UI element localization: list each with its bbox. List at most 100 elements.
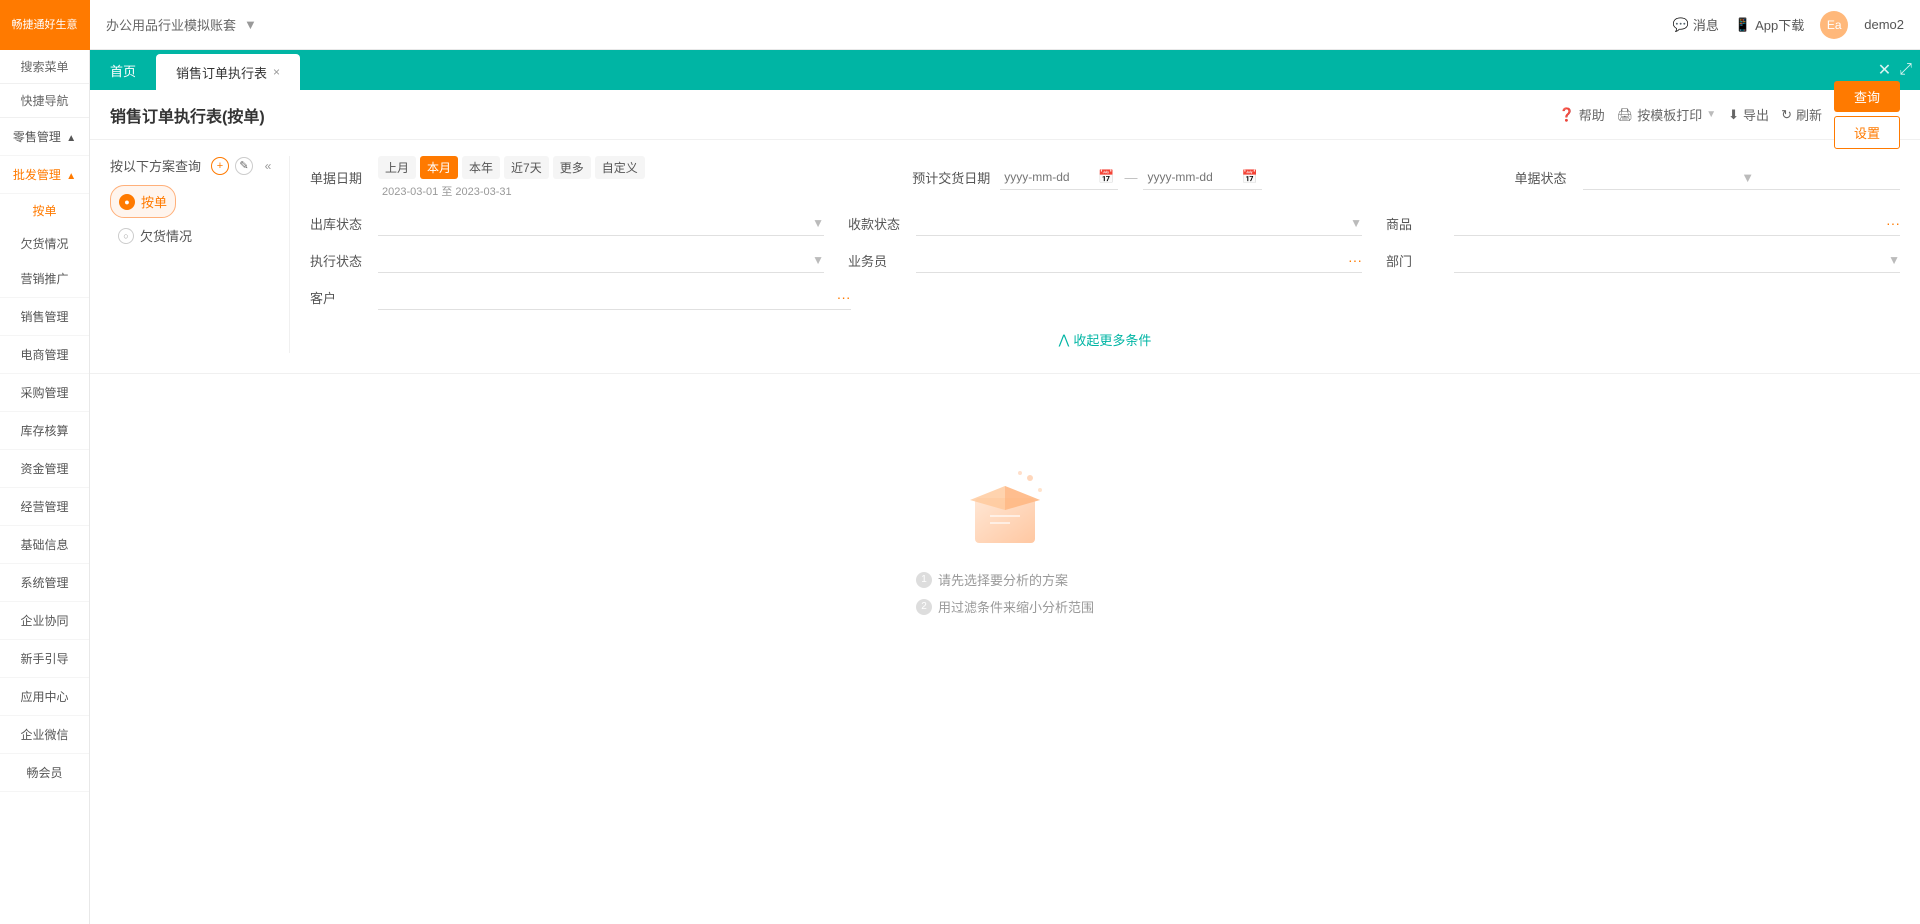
page-content: 销售订单执行表(按单) ❓ 帮助 🖨 按模板打印 ▼ ⬇ 导出 ↻ 刷新: [90, 90, 1920, 924]
breadcrumb: 办公用品行业模拟账套: [106, 15, 236, 34]
message-icon: 💬: [1673, 17, 1689, 33]
product-more-icon[interactable]: ···: [1886, 215, 1900, 231]
breadcrumb-arrow-icon[interactable]: ▼: [244, 17, 257, 32]
collapse-icon: «: [265, 159, 272, 173]
calendar-start-icon[interactable]: 📅: [1098, 169, 1114, 185]
query-button[interactable]: 查询: [1834, 81, 1900, 112]
sidebar-item-basic[interactable]: 基础信息: [0, 526, 89, 564]
date-last7-button[interactable]: 近7天: [504, 156, 549, 179]
sidebar-item-label: 库存核算: [20, 424, 68, 438]
message-label: 消息: [1693, 15, 1719, 34]
export-icon: ⬇: [1728, 107, 1739, 123]
sidebar-item-enterprise[interactable]: 企业协同: [0, 602, 89, 640]
sidebar-item-purchase[interactable]: 采购管理: [0, 374, 89, 412]
empty-text-list: 1 请先选择要分析的方案 2 用过滤条件来缩小分析范围: [916, 570, 1094, 616]
calendar-end-icon[interactable]: 📅: [1241, 169, 1257, 185]
sidebar-item-finance[interactable]: 资金管理: [0, 450, 89, 488]
help-button[interactable]: ❓ 帮助: [1559, 105, 1605, 124]
department-select[interactable]: ▼: [1454, 249, 1900, 273]
filter-row-4: 客户 ···: [310, 285, 1900, 310]
date-this-year-button[interactable]: 本年: [462, 156, 500, 179]
print-icon: 🖨: [1617, 107, 1634, 123]
debt-icon: ○: [118, 228, 134, 244]
expected-date-label: 预计交货日期: [912, 168, 992, 187]
out-status-dropdown-icon: ▼: [812, 216, 824, 230]
sidebar-subitem-debt[interactable]: 欠货情况: [0, 227, 89, 260]
divider: [90, 373, 1920, 374]
date-custom-button[interactable]: 自定义: [595, 156, 645, 179]
hint-number-2: 2: [916, 599, 932, 615]
filter-field-department: 部门 ▼: [1386, 249, 1900, 273]
filter-right-panel: 单据日期 上月 本月 本年 近7天 更多 自定义 2023-03-01 至 20…: [290, 156, 1900, 353]
tab-active-label: 销售订单执行表: [176, 63, 267, 82]
salesperson-input[interactable]: [916, 253, 1344, 268]
customer-label: 客户: [310, 288, 370, 307]
product-label: 商品: [1386, 214, 1446, 233]
collapse-more-button[interactable]: ⋀ 收起更多条件: [310, 322, 1900, 353]
customer-input-wrap[interactable]: ···: [378, 285, 851, 310]
bill-status-select[interactable]: ▼: [1583, 166, 1901, 190]
product-input[interactable]: [1454, 216, 1882, 231]
collapse-panel-button[interactable]: «: [259, 157, 277, 175]
sidebar-item-label: 资金管理: [20, 462, 68, 476]
exec-status-input[interactable]: [378, 253, 812, 268]
salesperson-input-wrap[interactable]: ···: [916, 248, 1362, 273]
department-dropdown-icon: ▼: [1888, 253, 1900, 267]
tab-home[interactable]: 首页: [90, 50, 156, 90]
out-status-select[interactable]: ▼: [378, 212, 824, 236]
date-this-month-button[interactable]: 本月: [420, 156, 458, 179]
receive-status-label: 收款状态: [848, 214, 908, 233]
sidebar-item-appstore[interactable]: 应用中心: [0, 678, 89, 716]
sidebar-item-label: 电商管理: [20, 348, 68, 362]
sidebar-item-system[interactable]: 系统管理: [0, 564, 89, 602]
tab-close-icon[interactable]: ×: [273, 65, 280, 79]
setting-button[interactable]: 设置: [1834, 116, 1900, 149]
scheme-plan-item[interactable]: ● 按单: [110, 185, 176, 218]
receive-status-input[interactable]: [916, 216, 1350, 231]
salesperson-more-icon[interactable]: ···: [1348, 252, 1362, 268]
customer-more-icon[interactable]: ···: [837, 289, 851, 305]
sidebar-item-member[interactable]: 畅会员: [0, 754, 89, 792]
sidebar-item-wechat[interactable]: 企业微信: [0, 716, 89, 754]
customer-input[interactable]: [378, 290, 833, 305]
app-download-button[interactable]: 📱 App下载: [1735, 15, 1804, 34]
sidebar-quick-nav[interactable]: 快捷导航: [0, 84, 89, 118]
hint-text-1: 请先选择要分析的方案: [938, 570, 1068, 589]
username: demo2: [1864, 17, 1904, 32]
receive-status-select[interactable]: ▼: [916, 212, 1362, 236]
avatar[interactable]: Ea: [1820, 11, 1848, 39]
sidebar-item-operation[interactable]: 经营管理: [0, 488, 89, 526]
expected-date-end-input[interactable]: [1147, 170, 1237, 184]
message-button[interactable]: 💬 消息: [1673, 15, 1719, 34]
sidebar-search[interactable]: 搜索菜单: [0, 50, 89, 84]
department-input[interactable]: [1454, 253, 1888, 268]
sidebar-item-marketing[interactable]: 营销推广: [0, 260, 89, 298]
tab-sales-order[interactable]: 销售订单执行表 ×: [156, 54, 300, 90]
debt-label: 欠货情况: [140, 226, 192, 245]
product-input-wrap[interactable]: ···: [1454, 211, 1900, 236]
export-button[interactable]: ⬇ 导出: [1728, 105, 1769, 124]
exec-status-select[interactable]: ▼: [378, 249, 824, 273]
add-scheme-button[interactable]: +: [211, 157, 229, 175]
out-status-input[interactable]: [378, 216, 812, 231]
wholesale-submenu: 按单 欠货情况: [0, 194, 89, 260]
filter-left-panel: 按以下方案查询 + ✎ « ●: [110, 156, 290, 353]
sidebar-item-inventory[interactable]: 库存核算: [0, 412, 89, 450]
scheme-debt-item[interactable]: ○ 欠货情况: [110, 222, 277, 249]
sidebar-item-wholesale[interactable]: 批发管理 ▲: [0, 156, 89, 194]
page-title-actions: ❓ 帮助 🖨 按模板打印 ▼ ⬇ 导出 ↻ 刷新 查询: [1559, 81, 1901, 149]
sidebar-subitem-plan-order[interactable]: 按单: [0, 194, 89, 227]
date-last-month-button[interactable]: 上月: [378, 156, 416, 179]
sidebar-item-ecommerce[interactable]: 电商管理: [0, 336, 89, 374]
edit-scheme-button[interactable]: ✎: [235, 157, 253, 175]
expected-date-start-input[interactable]: [1004, 170, 1094, 184]
sidebar-item-newbie[interactable]: 新手引导: [0, 640, 89, 678]
exec-status-dropdown-icon: ▼: [812, 253, 824, 267]
refresh-button[interactable]: ↻ 刷新: [1781, 105, 1822, 124]
date-more-button[interactable]: 更多: [553, 156, 591, 179]
window-expand-icon[interactable]: ⤢: [1899, 61, 1912, 79]
print-button[interactable]: 🖨 按模板打印 ▼: [1617, 105, 1716, 124]
sidebar-item-retail[interactable]: 零售管理 ▲: [0, 118, 89, 156]
sidebar-item-sales[interactable]: 销售管理: [0, 298, 89, 336]
window-close-icon[interactable]: ✕: [1878, 60, 1891, 80]
